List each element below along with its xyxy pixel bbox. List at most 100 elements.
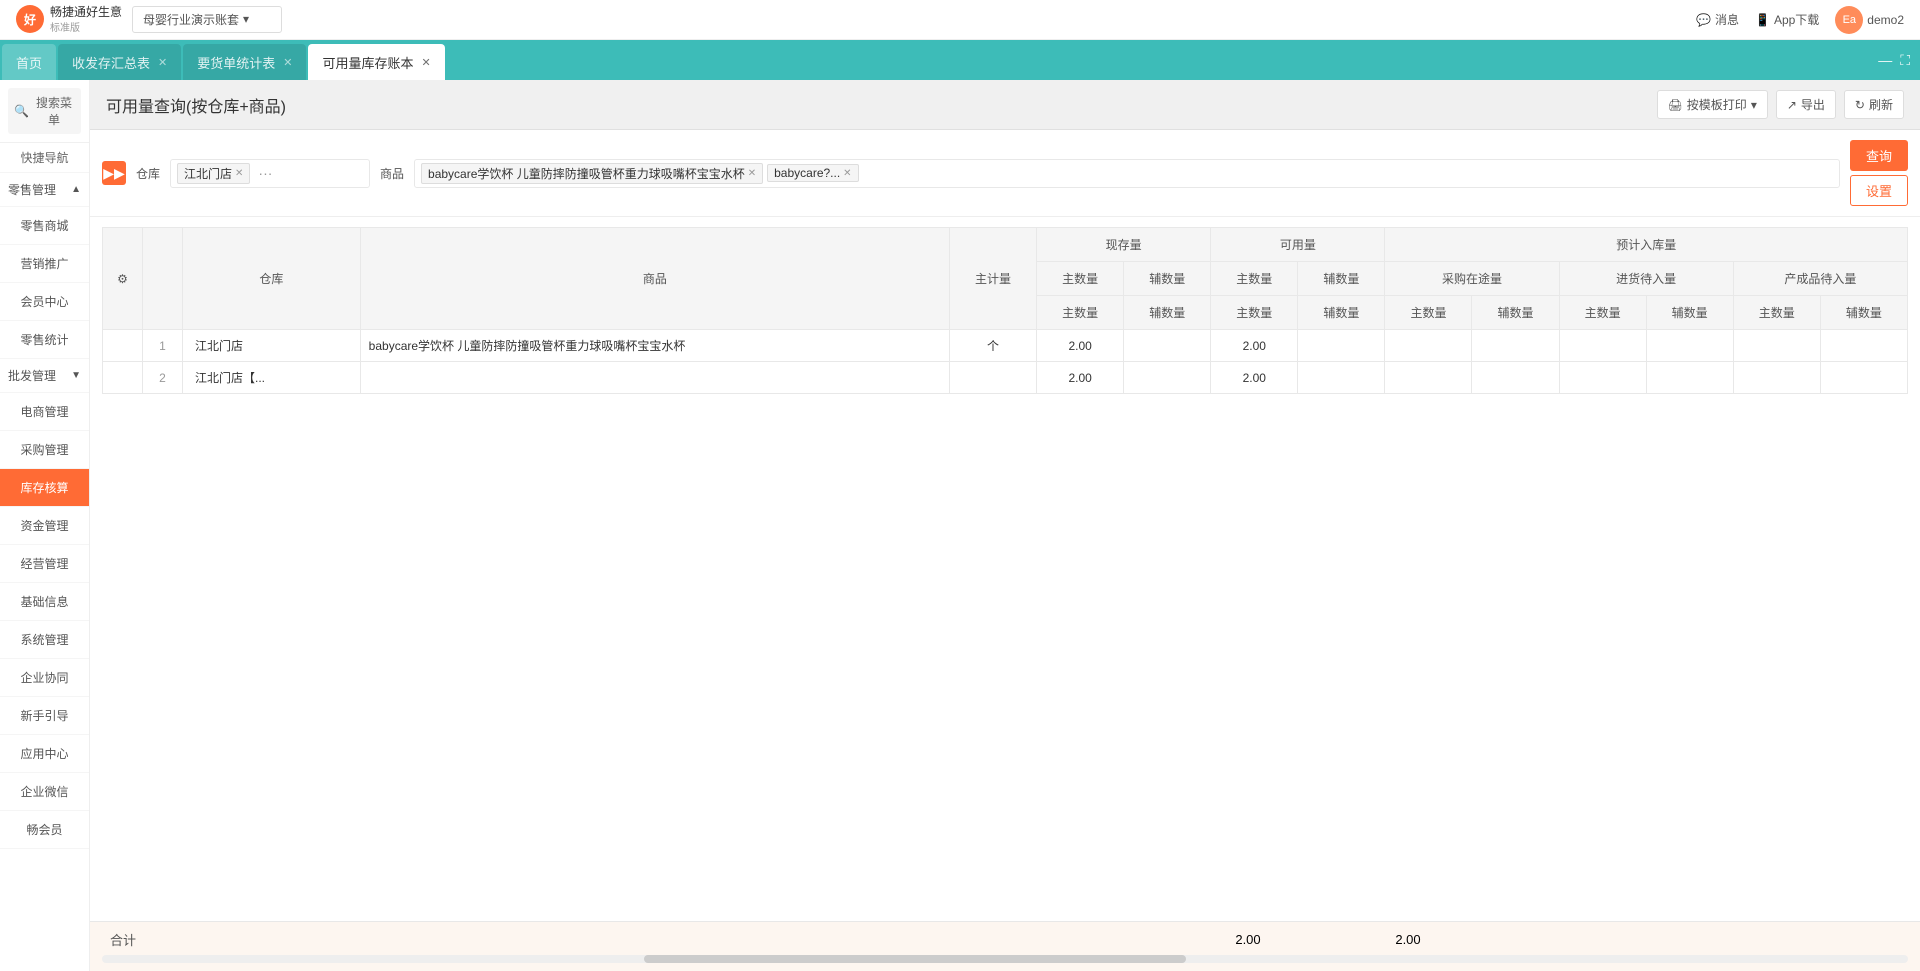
sidebar-item-operations[interactable]: 经营管理 [0,545,89,583]
export-icon: ↗ [1787,98,1797,112]
app-download-btn[interactable]: 📱 App下载 [1755,11,1819,28]
total-current-sub [1288,932,1368,947]
scrollbar-track [102,955,1908,963]
tab-order-stats[interactable]: 要货单统计表 ✕ [183,44,306,80]
export-btn[interactable]: ↗ 导出 [1776,90,1836,119]
th-purchase-transit: 采购在途量 [1385,262,1559,296]
sidebar-item-member[interactable]: 畅会员 [0,811,89,849]
sidebar-item-new-guide[interactable]: 新手引导 [0,697,89,735]
app-download-label: App下载 [1774,11,1819,28]
sidebar-search: 🔍 搜索菜单 [0,80,89,143]
query-btn[interactable]: 查询 [1850,140,1908,171]
message-icon: 💬 [1696,13,1711,27]
th-planned-inbound: 预计入库量 [1385,228,1908,262]
sidebar-item-enterprise-collab[interactable]: 企业协同 [0,659,89,697]
maximize-icon[interactable]: ⛶ [1900,52,1910,69]
sidebar-item-finance[interactable]: 资金管理 [0,507,89,545]
tab-home[interactable]: 首页 [2,44,56,80]
tab-receive-send[interactable]: 收发存汇总表 ✕ [58,44,181,80]
user-area[interactable]: Ea demo2 [1835,6,1904,34]
sidebar-section: 零售管理 零售商城 营销推广 会员中心 零售统计 批发管理 电商管理 采购管理 [0,173,89,849]
sidebar-item-retail-mgmt[interactable]: 零售管理 [0,173,89,207]
minimize-icon[interactable]: — [1878,52,1892,68]
row-1-inb-sub [1646,330,1733,362]
page-header: 可用量查询(按仓库+商品) 🖨 按模板打印 ▾ ↗ 导出 ↻ 刷新 [90,80,1920,130]
sidebar-item-app-center[interactable]: 应用中心 [0,735,89,773]
nav-tabs: 首页 收发存汇总表 ✕ 要货单统计表 ✕ 可用量库存账本 ✕ — ⛶ [0,40,1920,80]
product-filter-label: 商品 [380,165,404,182]
row-2-num: 2 [143,362,183,394]
warehouse-filter-label: 仓库 [136,165,160,182]
row-2-prod-sub [1820,362,1907,394]
message-label: 消息 [1715,11,1739,28]
product-filter-tags: babycare学饮杯 儿童防摔防撞吸管杯重力球吸嘴杯宝宝水杯 ✕ babyca… [414,159,1840,188]
th-current-stock: 现存量 [1037,228,1211,262]
sidebar-item-ecommerce[interactable]: 电商管理 [0,393,89,431]
filter-bar: ▶▶ 仓库 江北门店 ✕ ··· 商品 babycare学饮杯 儿童防摔防撞吸管… [90,130,1920,217]
row-2-pur-main [1385,362,1472,394]
sidebar-item-member-center[interactable]: 会员中心 [0,283,89,321]
row-1-current-main: 2.00 [1037,330,1124,362]
product-tag-1: babycare学饮杯 儿童防摔防撞吸管杯重力球吸嘴杯宝宝水杯 ✕ [421,163,763,184]
logo-sub: 标准版 [50,19,122,34]
sidebar-item-system-mgmt[interactable]: 系统管理 [0,621,89,659]
sidebar-item-enterprise-wechat[interactable]: 企业微信 [0,773,89,811]
sidebar-item-inventory[interactable]: 库存核算 [0,469,89,507]
table-area: ⚙ 仓库 商品 主计量 现存量 可用量 预计入库量 主数量 辅数量 主数量 [90,217,1920,921]
sidebar-item-retail-stats[interactable]: 零售统计 [0,321,89,359]
page-title: 可用量查询(按仓库+商品) [106,93,286,117]
page-actions: 🖨 按模板打印 ▾ ↗ 导出 ↻ 刷新 [1657,90,1904,119]
sidebar-item-purchase[interactable]: 采购管理 [0,431,89,469]
row-1-current-sub [1124,330,1211,362]
tab-available-stock[interactable]: 可用量库存账本 ✕ [308,44,444,80]
gear-icon[interactable]: ⚙ [117,272,128,286]
top-bar: 好 畅捷通好生意 标准版 母婴行业演示账套 ▾ 💬 消息 📱 App下载 Ea … [0,0,1920,40]
warehouse-more-btn[interactable]: ··· [254,165,276,181]
sidebar-item-basic-info[interactable]: 基础信息 [0,583,89,621]
total-bar: 合计 2.00 2.00 [102,930,1908,949]
chevron-down-icon: ▾ [243,12,249,26]
th-gear: ⚙ [103,228,143,330]
logo-area: 好 畅捷通好生意 标准版 [16,5,122,34]
tab-receive-send-close[interactable]: ✕ [158,56,167,69]
tab-order-stats-close[interactable]: ✕ [283,56,292,69]
message-btn[interactable]: 💬 消息 [1696,11,1739,28]
tab-actions: — ⛶ [1868,40,1920,80]
refresh-btn[interactable]: ↻ 刷新 [1844,90,1904,119]
row-1-prod-main [1733,330,1820,362]
product-tag-2-remove[interactable]: ✕ [843,168,851,179]
th-pp-main: 主数量 [1733,296,1820,330]
total-values: 2.00 2.00 [1208,932,1908,947]
expand-filter-btn[interactable]: ▶▶ [102,161,126,185]
row-1-prod-sub [1820,330,1907,362]
sidebar-item-marketing[interactable]: 营销推广 [0,245,89,283]
row-1-pur-main [1385,330,1472,362]
th-pt-main: 主数量 [1385,296,1472,330]
th-ip-sub: 辅数量 [1646,296,1733,330]
search-menu-btn[interactable]: 🔍 搜索菜单 [8,88,81,134]
total-label: 合计 [102,930,232,949]
total-avail-main: 2.00 [1368,932,1448,947]
th-product: 商品 [360,228,949,330]
quick-nav-btn[interactable]: 快捷导航 [0,143,89,173]
filter-right-btns: 查询 设置 [1850,140,1908,206]
top-bar-right: 💬 消息 📱 App下载 Ea demo2 [1696,6,1904,34]
tab-available-stock-close[interactable]: ✕ [422,56,431,69]
scrollbar-thumb[interactable] [644,955,1186,963]
th-inbound-pending: 进货待入量 [1559,262,1733,296]
industry-select[interactable]: 母婴行业演示账套 ▾ [132,6,282,33]
th-ip-main: 主数量 [1559,296,1646,330]
industry-label: 母婴行业演示账套 [143,11,239,28]
table-footer: 合计 2.00 2.00 [90,921,1920,971]
row-1-gear [103,330,143,362]
logo-text-area: 畅捷通好生意 标准版 [50,5,122,34]
th-pp-sub: 辅数量 [1820,296,1907,330]
warehouse-tag-remove[interactable]: ✕ [235,168,243,179]
print-icon: 🖨 [1668,98,1683,112]
warehouse-tag: 江北门店 ✕ [177,163,250,184]
print-template-btn[interactable]: 🖨 按模板打印 ▾ [1657,90,1768,119]
product-tag-1-remove[interactable]: ✕ [748,168,756,179]
settings-btn[interactable]: 设置 [1850,175,1908,206]
sidebar-item-batch-mgmt[interactable]: 批发管理 [0,359,89,393]
sidebar-item-retail-mall[interactable]: 零售商城 [0,207,89,245]
